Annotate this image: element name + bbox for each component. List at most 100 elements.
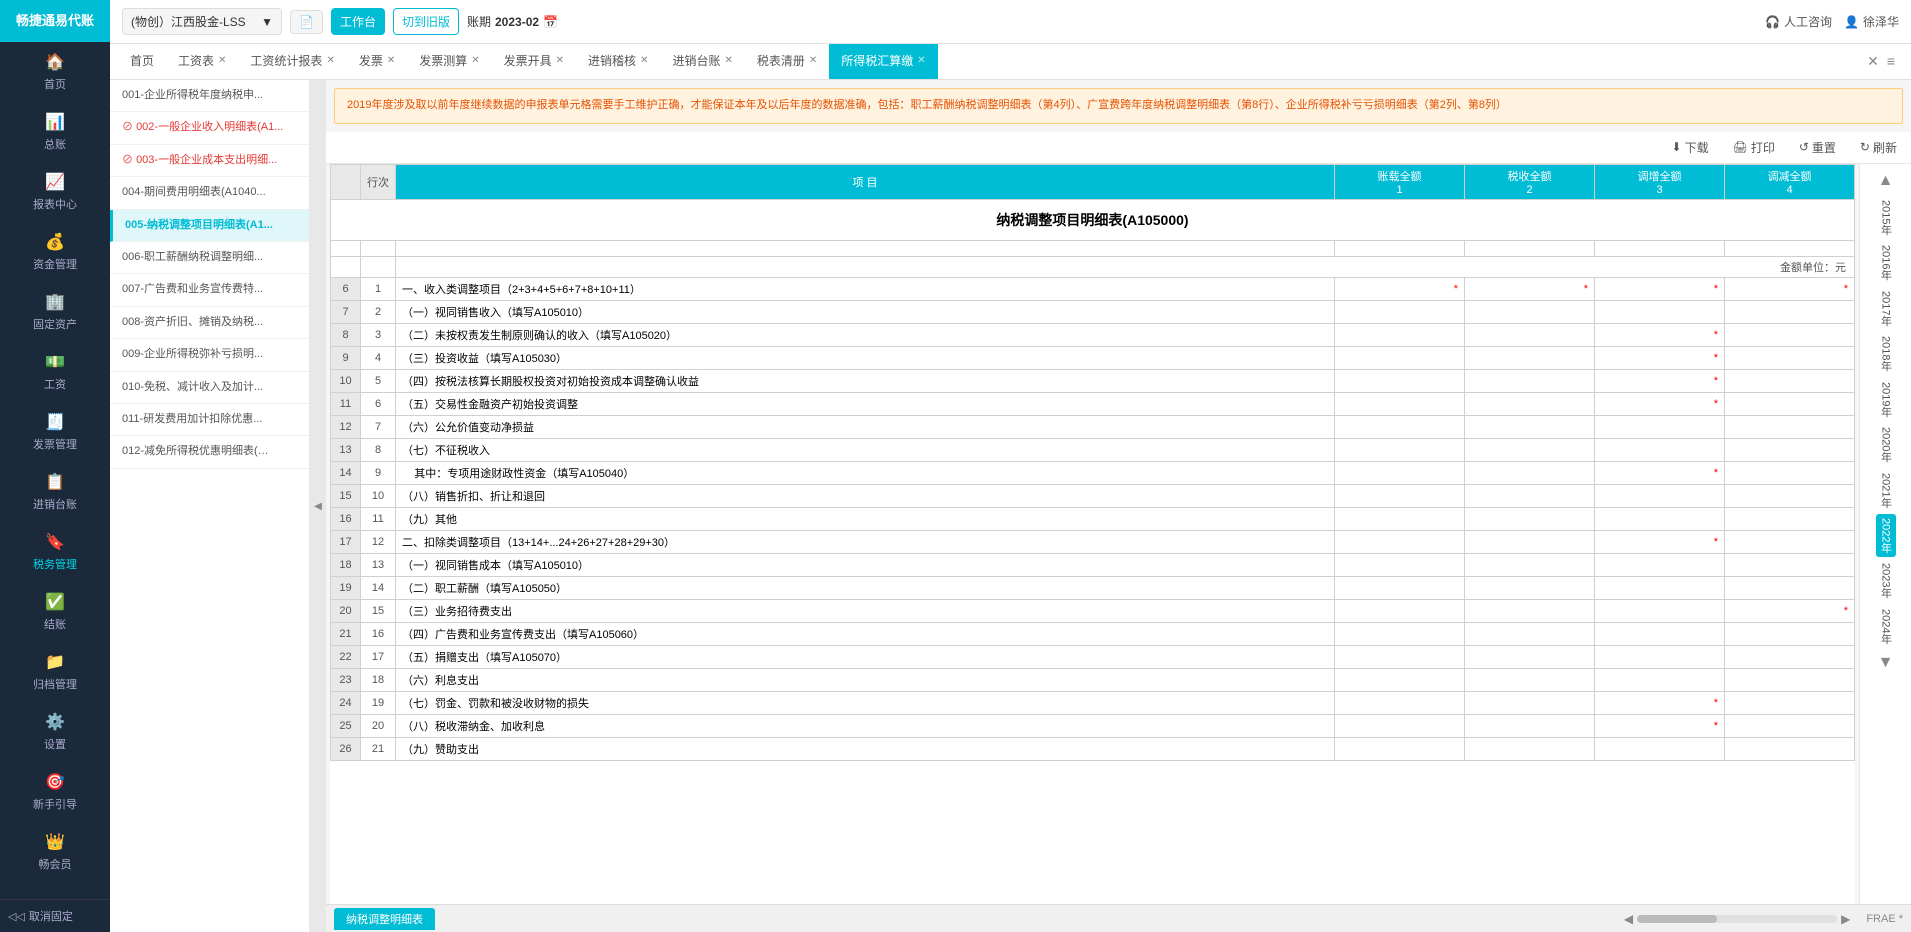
sidebar-item-ledger[interactable]: 📊 总账 (0, 102, 110, 162)
reset-btn[interactable]: ↺ 重置 (1793, 136, 1842, 159)
left-panel-item-001[interactable]: 001-企业所得税年度纳税申... (110, 80, 309, 112)
table-row: 6 1 一、收入类调整项目（2+3+4+5+6+7+8+10+11） * * *… (331, 277, 1855, 300)
tab-invoice-calc[interactable]: 发票测算 ✕ (407, 44, 491, 80)
year-down-btn[interactable]: ▼ (1874, 650, 1898, 676)
left-panel-item-008[interactable]: 008-资产折旧、摊销及纳税... (110, 307, 309, 339)
dropdown-icon: ▼ (261, 15, 273, 29)
sidebar-item-assets[interactable]: 🏢 固定资产 (0, 282, 110, 342)
sidebar-item-guide[interactable]: 🎯 新手引导 (0, 762, 110, 822)
calendar-icon[interactable]: 📅 (543, 15, 558, 29)
table-row: 13 8 （七）不征税收入 (331, 438, 1855, 461)
year-2023[interactable]: 2023年 (1876, 559, 1896, 602)
horizontal-scrollbar[interactable] (1637, 915, 1837, 923)
print-icon: 🖨 (1733, 140, 1748, 154)
sidebar: 畅捷通易代账 🏠 首页 📊 总账 📈 报表中心 💰 资金管理 🏢 固定资产 💵 … (0, 0, 110, 932)
row-num-header (331, 164, 361, 199)
item-header: 项 目 (396, 164, 1335, 199)
tab-invoice-open[interactable]: 发票开具 ✕ (492, 44, 576, 80)
sidebar-item-reports[interactable]: 📈 报表中心 (0, 162, 110, 222)
archive-icon: 📁 (45, 652, 65, 672)
col3-header: 调增全额 3 (1595, 164, 1725, 199)
year-2017[interactable]: 2017年 (1876, 287, 1896, 330)
app-logo: 畅捷通易代账 (0, 0, 110, 42)
close-icon[interactable]: ✕ (218, 55, 226, 66)
sidebar-item-invoice[interactable]: 🧾 发票管理 (0, 402, 110, 462)
tab-income-tax[interactable]: 所得税汇算缴 ✕ (829, 44, 937, 80)
sidebar-item-purchase[interactable]: 📋 进销台账 (0, 462, 110, 522)
workbench-btn[interactable]: 工作台 (331, 8, 385, 35)
close-icon[interactable]: ✕ (556, 55, 564, 66)
tab-home[interactable]: 首页 (118, 44, 166, 80)
left-panel-item-011[interactable]: 011-研发费用加计扣除优惠... (110, 404, 309, 436)
user-menu[interactable]: 👤 徐泽华 (1844, 13, 1899, 30)
close-icon[interactable]: ✕ (640, 55, 648, 66)
left-panel: 001-企业所得税年度纳税申... ⊘ 002-一般企业收入明细表(A1... … (110, 80, 310, 932)
year-2018[interactable]: 2018年 (1876, 332, 1896, 375)
panel-collapse-btn[interactable]: ◀ (310, 80, 326, 932)
close-icon[interactable]: ✕ (917, 55, 925, 66)
year-2022[interactable]: 2022年 (1876, 514, 1896, 557)
sidebar-item-salary[interactable]: 💵 工资 (0, 342, 110, 402)
scroll-right-icon[interactable]: ▶ (1841, 912, 1850, 926)
sidebar-item-archive[interactable]: 📁 归档管理 (0, 642, 110, 702)
sidebar-item-label: 进销台账 (33, 496, 77, 512)
tab-invoice[interactable]: 发票 ✕ (347, 44, 407, 80)
tab-tax-list[interactable]: 税表清册 ✕ (745, 44, 829, 80)
menu-icon[interactable]: ≡ (1887, 53, 1895, 70)
tab-purchase-check[interactable]: 进销稽核 ✕ (576, 44, 660, 80)
left-panel-item-004[interactable]: 004-期间费用明细表(A1040... (110, 177, 309, 209)
year-2015[interactable]: 2015年 (1876, 196, 1896, 239)
tab-salary[interactable]: 工资表 ✕ (166, 44, 238, 80)
close-icon[interactable]: ✕ (471, 55, 479, 66)
sidebar-item-close[interactable]: ✅ 结账 (0, 582, 110, 642)
close-icon[interactable]: ✕ (387, 55, 395, 66)
table-row: 17 12 二、扣除类调整项目（13+14+...24+26+27+28+29+… (331, 530, 1855, 553)
left-panel-item-012[interactable]: 012-减免所得税优惠明细表(… (110, 436, 309, 468)
sidebar-item-home[interactable]: 🏠 首页 (0, 42, 110, 102)
left-panel-item-005[interactable]: 005-纳税调整项目明细表(A1... (110, 210, 309, 242)
tab-salary-report[interactable]: 工资统计报表 ✕ (238, 44, 346, 80)
copy-btn[interactable]: 📄 (290, 10, 323, 34)
collapse-btn[interactable]: ◁◁ 取消固定 (0, 899, 110, 932)
sidebar-item-label: 报表中心 (33, 196, 77, 212)
download-btn[interactable]: ⬇ 下载 (1666, 136, 1715, 159)
left-panel-item-003[interactable]: ⊘ 003-一般企业成本支出明细... (110, 145, 309, 177)
tab-purchase-ledger[interactable]: 进销台账 ✕ (660, 44, 744, 80)
spreadsheet-container[interactable]: 行次 项 目 账载全额 1 税收全额 2 (330, 164, 1855, 904)
left-panel-item-006[interactable]: 006-职工薪酬纳税调整明细... (110, 242, 309, 274)
year-2016[interactable]: 2016年 (1876, 241, 1896, 284)
close-icon[interactable]: ✕ (326, 55, 334, 66)
sidebar-item-finance[interactable]: 💰 资金管理 (0, 222, 110, 282)
bottom-tab-adjust[interactable]: 纳税调整明细表 (334, 908, 435, 930)
close-icon[interactable]: ✕ (809, 55, 817, 66)
sidebar-item-settings[interactable]: ⚙️ 设置 (0, 702, 110, 762)
year-up-btn[interactable]: ▲ (1874, 168, 1898, 194)
year-2020[interactable]: 2020年 (1876, 423, 1896, 466)
table-row: 8 3 （二）未按权责发生制原则确认的收入（填写A105020） * (331, 323, 1855, 346)
scrollbar-thumb (1637, 915, 1717, 923)
close-all-icon[interactable]: ✕ (1867, 53, 1879, 70)
scroll-left-icon[interactable]: ◀ (1624, 912, 1633, 926)
toolbar-row: ⬇ 下载 🖨 打印 ↺ 重置 ↻ 刷新 (326, 132, 1911, 164)
sidebar-item-tax[interactable]: 🔖 税务管理 (0, 522, 110, 582)
close-icon[interactable]: ✕ (724, 55, 732, 66)
year-2019[interactable]: 2019年 (1876, 378, 1896, 421)
table-row: 12 7 （六）公允价值变动净损益 (331, 415, 1855, 438)
left-panel-item-002[interactable]: ⊘ 002-一般企业收入明细表(A1... (110, 112, 309, 144)
company-selector[interactable]: (物创）江西股金-LSS ▼ (122, 8, 282, 35)
sidebar-item-member[interactable]: 👑 畅会员 (0, 822, 110, 882)
service-btn[interactable]: 🎧 人工咨询 (1765, 13, 1832, 30)
sidebar-item-label: 固定资产 (33, 316, 77, 332)
sidebar-item-label: 发票管理 (33, 436, 77, 452)
left-panel-item-007[interactable]: 007-广告费和业务宣传费特... (110, 274, 309, 306)
left-panel-item-010[interactable]: 010-免税、减计收入及加计... (110, 372, 309, 404)
year-2024[interactable]: 2024年 (1876, 605, 1896, 648)
refresh-btn[interactable]: ↻ 刷新 (1854, 136, 1903, 159)
switch-old-btn[interactable]: 切到旧版 (393, 8, 459, 35)
year-2021[interactable]: 2021年 (1876, 469, 1896, 512)
left-panel-item-009[interactable]: 009-企业所得税弥补亏损明... (110, 339, 309, 371)
table-row: 22 17 （五）捐赠支出（填写A105070） (331, 645, 1855, 668)
chevron-left-icon: ◀ (314, 501, 322, 512)
print-btn[interactable]: 🖨 打印 (1727, 136, 1781, 159)
guide-icon: 🎯 (45, 772, 65, 792)
